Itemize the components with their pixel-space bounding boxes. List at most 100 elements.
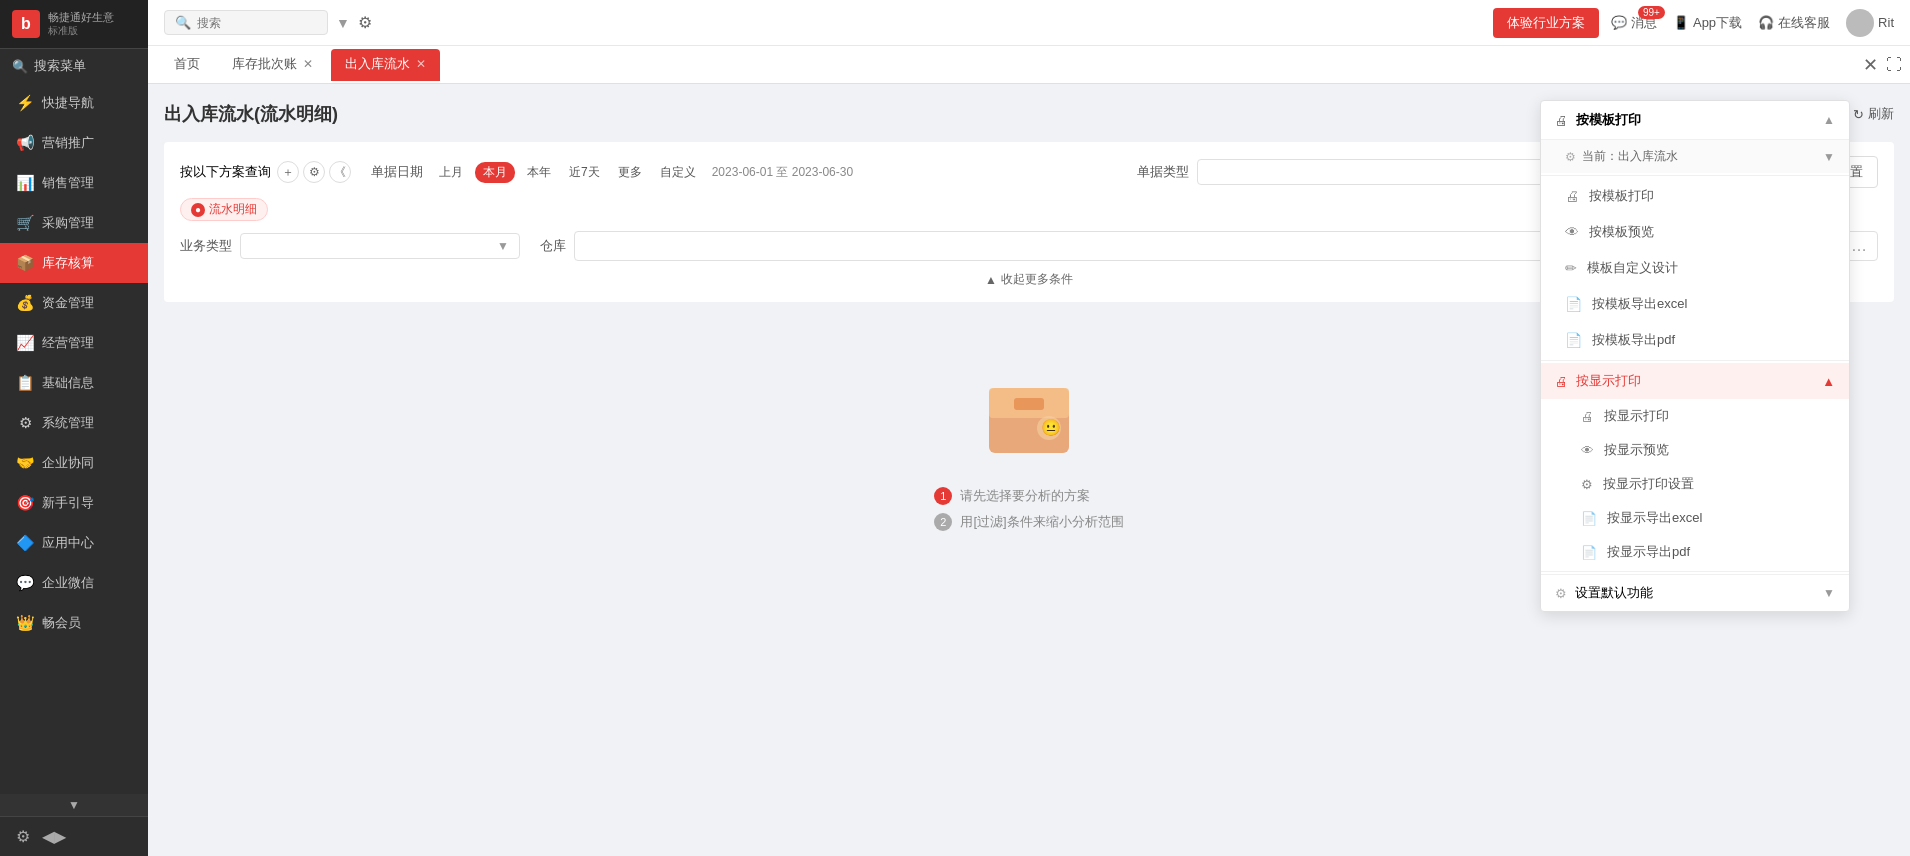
page-title: 出入库流水(流水明细)	[164, 102, 338, 126]
dp-sub-display-print[interactable]: 🖨 按显示打印	[1541, 399, 1849, 433]
refresh-label: 刷新	[1868, 105, 1894, 123]
dp-item-label: 按模板导出pdf	[1592, 331, 1675, 349]
sidebar-search-label: 搜索菜单	[34, 57, 86, 75]
dp-divider-1	[1541, 175, 1849, 176]
topbar-gear-icon[interactable]: ⚙	[358, 13, 372, 32]
sidebar-item-system[interactable]: ⚙ 系统管理	[0, 403, 148, 443]
doc-type-label: 单据类型	[1137, 163, 1189, 181]
dp-divider-2	[1541, 360, 1849, 361]
settings-icon[interactable]: ⚙	[16, 827, 30, 846]
date-btn-7days[interactable]: 近7天	[563, 162, 606, 183]
sidebar-item-label: 快捷导航	[42, 94, 94, 112]
topbar: 🔍 ▼ ⚙ 体验行业方案 💬 消息 99+ 📱 App下载 🎧	[148, 0, 1910, 46]
filter-collapse-btn[interactable]: 《	[329, 161, 351, 183]
chevron-down-icon: ▼	[1823, 150, 1835, 164]
dp-section-display[interactable]: 🖨 按显示打印 ▲	[1541, 363, 1849, 399]
user-avatar[interactable]: Rit	[1846, 9, 1894, 37]
online-service-btn[interactable]: 🎧 在线客服	[1758, 14, 1830, 32]
sidebar-item-label: 应用中心	[42, 534, 94, 552]
app-download-btn[interactable]: 📱 App下载	[1673, 14, 1742, 32]
refresh-btn[interactable]: ↻ 刷新	[1853, 105, 1894, 123]
sidebar-item-label: 新手引导	[42, 494, 94, 512]
tabs-bar: 首页 库存批次账 ✕ 出入库流水 ✕ ✕ ⛶	[148, 46, 1910, 84]
svg-rect-2	[1014, 398, 1044, 410]
tab-flow[interactable]: 出入库流水 ✕	[331, 49, 440, 81]
company-name: 畅捷通好生意	[48, 10, 114, 24]
filter-tag-icon: ●	[191, 203, 205, 217]
sidebar-item-newguide[interactable]: 🎯 新手引导	[0, 483, 148, 523]
dp-sub-display-preview[interactable]: 👁 按显示预览	[1541, 433, 1849, 467]
topbar-dropdown-arrow[interactable]: ▼	[336, 15, 350, 31]
sidebar-item-wechat[interactable]: 💬 企业微信	[0, 563, 148, 603]
sidebar-search[interactable]: 🔍 搜索菜单	[0, 49, 148, 83]
date-btn-this-year[interactable]: 本年	[521, 162, 557, 183]
dp-divider-3	[1541, 571, 1849, 572]
collapse-sidebar-icon[interactable]: ◀▶	[42, 827, 66, 846]
dp-collapse-arrow[interactable]: ▲	[1823, 113, 1835, 127]
sidebar-item-basic[interactable]: 📋 基础信息	[0, 363, 148, 403]
inventory-icon: 📦	[16, 254, 34, 272]
sidebar-item-finance[interactable]: 💰 资金管理	[0, 283, 148, 323]
message-icon: 💬	[1611, 15, 1627, 30]
empty-step-2: 2 用[过滤]条件来缩小分析范围	[934, 513, 1123, 531]
sidebar-item-marketing[interactable]: 📢 营销推广	[0, 123, 148, 163]
sidebar-item-enterprise[interactable]: 🤝 企业协同	[0, 443, 148, 483]
date-btn-custom[interactable]: 自定义	[654, 162, 702, 183]
dp-footer-icon: ⚙	[1555, 586, 1567, 601]
search-icon: 🔍	[175, 15, 191, 30]
sidebar-item-sales[interactable]: 📊 销售管理	[0, 163, 148, 203]
dp-sub-item-label: 按显示导出excel	[1607, 509, 1702, 527]
headset-icon: 🎧	[1758, 15, 1774, 30]
username-label: Rit	[1878, 15, 1894, 30]
date-range-display: 2023-06-01 至 2023-06-30	[712, 164, 853, 181]
sidebar-item-purchase[interactable]: 🛒 采购管理	[0, 203, 148, 243]
dp-header-content: 🖨 按模板打印	[1555, 111, 1641, 129]
topbar-search-box[interactable]: 🔍	[164, 10, 328, 35]
trial-btn[interactable]: 体验行业方案	[1493, 8, 1599, 38]
sidebar-item-label: 基础信息	[42, 374, 94, 392]
operation-icon: 📈	[16, 334, 34, 352]
dp-item-template-print[interactable]: 🖨 按模板打印	[1541, 178, 1849, 214]
dp-sub-item-label: 按显示打印	[1604, 407, 1669, 425]
dp-sub-display-excel[interactable]: 📄 按显示导出excel	[1541, 501, 1849, 535]
dp-footer[interactable]: ⚙ 设置默认功能 ▼	[1541, 574, 1849, 611]
search-input[interactable]	[197, 16, 317, 30]
message-btn[interactable]: 💬 消息 99+	[1611, 14, 1657, 32]
tab-close-btn[interactable]: ✕	[1863, 54, 1878, 76]
filter-icons: ＋ ⚙ 《	[277, 161, 351, 183]
tab-batch-account[interactable]: 库存批次账 ✕	[218, 49, 327, 81]
filter-tag-liushui[interactable]: ● 流水明细	[180, 198, 268, 221]
dp-sub-settings-icon: ⚙	[1581, 477, 1593, 492]
date-btn-last-month[interactable]: 上月	[433, 162, 469, 183]
dp-sub-display-settings[interactable]: ⚙ 按显示打印设置	[1541, 467, 1849, 501]
warehouse-more-btn[interactable]: …	[1851, 237, 1867, 255]
tab-maximize-btn[interactable]: ⛶	[1886, 54, 1902, 76]
chevron-down-icon: ▼	[68, 798, 80, 812]
biz-type-area: 业务类型 ▼	[180, 233, 520, 259]
add-filter-btn[interactable]: ＋	[277, 161, 299, 183]
collapse-label: 收起更多条件	[1001, 271, 1073, 288]
tab-batch-account-close[interactable]: ✕	[303, 57, 313, 71]
sidebar-item-member[interactable]: 👑 畅会员	[0, 603, 148, 643]
sidebar-scroll-down[interactable]: ▼	[0, 794, 148, 816]
dp-item-template-pdf[interactable]: 📄 按模板导出pdf	[1541, 322, 1849, 358]
dp-item-label: 按模板导出excel	[1592, 295, 1687, 313]
date-btn-more[interactable]: 更多	[612, 162, 648, 183]
logo-icon: b	[12, 10, 40, 38]
dp-sub-display-pdf[interactable]: 📄 按显示导出pdf	[1541, 535, 1849, 569]
dp-item-template-excel[interactable]: 📄 按模板导出excel	[1541, 286, 1849, 322]
dp-sub-item-label: 按显示打印设置	[1603, 475, 1694, 493]
date-btn-this-month[interactable]: 本月	[475, 162, 515, 183]
sidebar-item-quick-nav[interactable]: ⚡ 快捷导航	[0, 83, 148, 123]
tab-flow-close[interactable]: ✕	[416, 57, 426, 71]
tab-home[interactable]: 首页	[160, 49, 214, 81]
sidebar-item-inventory[interactable]: 📦 库存核算	[0, 243, 148, 283]
sidebar-item-appcenter[interactable]: 🔷 应用中心	[0, 523, 148, 563]
date-filter-area: 单据日期 上月 本月 本年 近7天 更多 自定义 2023-06-01 至 20…	[371, 162, 1117, 183]
dp-item-template-custom[interactable]: ✏ 模板自定义设计	[1541, 250, 1849, 286]
collapse-conditions-btn[interactable]: ▲ 收起更多条件	[985, 271, 1073, 288]
dp-item-template-preview[interactable]: 👁 按模板预览	[1541, 214, 1849, 250]
filter-settings-btn[interactable]: ⚙	[303, 161, 325, 183]
sidebar-item-operation[interactable]: 📈 经营管理	[0, 323, 148, 363]
biz-type-select[interactable]: ▼	[240, 233, 520, 259]
